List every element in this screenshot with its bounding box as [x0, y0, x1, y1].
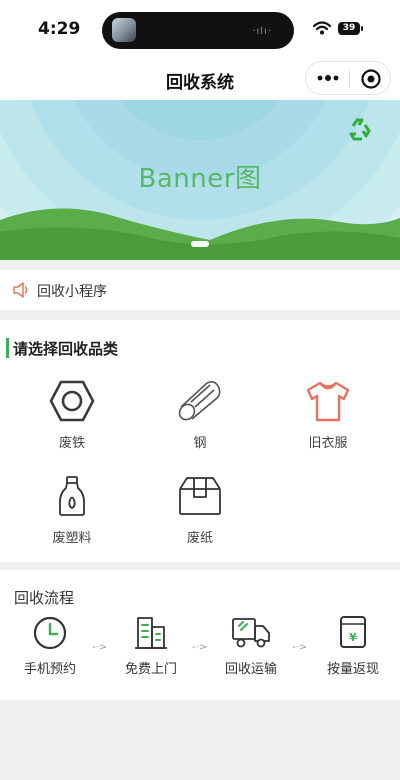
- category-label: 废铁: [58, 436, 85, 451]
- nav-bar: 回收系统: [0, 58, 400, 100]
- clock-icon: [33, 616, 67, 650]
- flow-arrow-icon: -·>: [192, 642, 208, 653]
- process-step-label: 免费上门: [124, 662, 177, 677]
- process-step-cashback: ¥ 按量返现: [308, 614, 398, 677]
- category-section: 请选择回收品类 废铁 钢 旧衣服 废塑料 废纸: [0, 320, 400, 562]
- category-label: 废纸: [186, 531, 213, 546]
- battery-level: 39: [342, 23, 356, 33]
- mini-program-capsule: [305, 61, 391, 95]
- process-step-label: 按量返现: [326, 662, 379, 677]
- battery-icon: 39: [338, 22, 363, 35]
- category-label: 废塑料: [52, 531, 92, 546]
- dynamic-island: ·ılı·: [102, 12, 294, 49]
- more-icon[interactable]: [316, 68, 340, 88]
- speaker-icon: [13, 282, 28, 298]
- building-icon: [135, 617, 167, 649]
- process-step-transport: 回收运输: [206, 614, 296, 677]
- category-label: 旧衣服: [308, 436, 348, 451]
- carousel-indicator[interactable]: [191, 241, 209, 247]
- status-time: 4:29: [38, 19, 81, 39]
- close-target-icon[interactable]: [360, 68, 382, 90]
- section-accent-bar: [6, 338, 9, 358]
- wifi-icon: [313, 21, 331, 35]
- status-bar: 4:29 ·ılı· 39: [0, 0, 400, 58]
- tshirt-icon: [306, 381, 350, 422]
- truck-icon: [232, 618, 270, 648]
- process-section: 回收流程 手机预约 -·> 免费上门 -·> 回收运输 -·> ¥ 按量返现: [0, 570, 400, 700]
- category-label: 钢: [193, 436, 207, 451]
- capsule-divider: [349, 70, 350, 88]
- process-step-booking: 手机预约: [5, 614, 95, 677]
- yuan-cash-icon: ¥: [340, 616, 366, 648]
- banner-title: Banner图: [138, 164, 262, 194]
- audio-wave-icon: ·ılı·: [252, 26, 272, 37]
- notice-text: 回收小程序: [37, 284, 107, 300]
- process-title: 回收流程: [14, 589, 75, 607]
- category-item-iron[interactable]: 废铁: [22, 380, 122, 470]
- category-title: 请选择回收品类: [13, 340, 119, 358]
- flow-arrow-icon: -·>: [92, 642, 108, 653]
- flow-arrow-icon: -·>: [292, 642, 308, 653]
- notice-bar[interactable]: 回收小程序: [0, 270, 400, 310]
- category-item-paper[interactable]: 废纸: [150, 475, 250, 565]
- category-item-steel[interactable]: 钢: [150, 380, 250, 470]
- banner[interactable]: Banner图: [0, 100, 400, 260]
- cardboard-box-icon: [179, 477, 221, 515]
- process-step-pickup: 免费上门: [106, 614, 196, 677]
- hex-nut-icon: [49, 380, 95, 422]
- process-step-label: 回收运输: [224, 662, 277, 677]
- category-item-plastic[interactable]: 废塑料: [22, 475, 122, 565]
- media-thumbnail: [112, 18, 136, 42]
- svg-text:¥: ¥: [349, 631, 357, 644]
- steel-pipe-icon: [178, 381, 221, 421]
- plastic-bottle-icon: [59, 476, 85, 516]
- process-step-label: 手机预约: [23, 662, 76, 677]
- recycle-icon: [349, 118, 371, 141]
- category-item-clothes[interactable]: 旧衣服: [278, 380, 378, 470]
